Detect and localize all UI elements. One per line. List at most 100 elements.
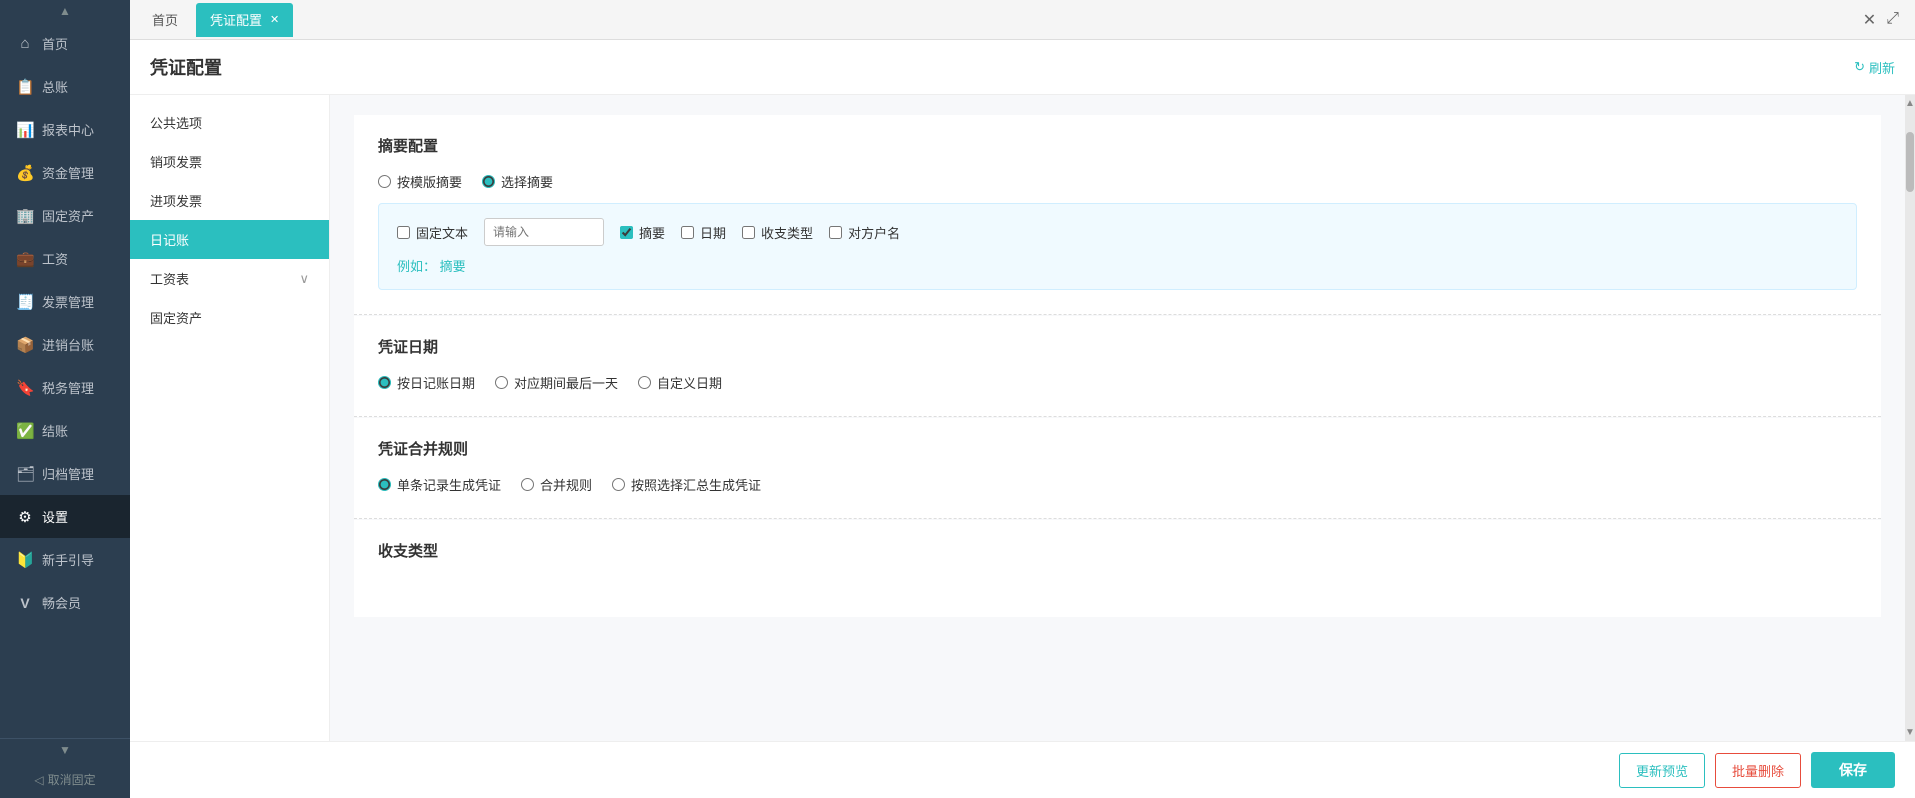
- tax-icon: 🔖: [16, 379, 34, 397]
- fixed-text-checkbox[interactable]: [397, 226, 410, 239]
- merge-option-select-merge[interactable]: 按照选择汇总生成凭证: [612, 475, 761, 494]
- section-payment-type: 收支类型: [354, 520, 1881, 617]
- invoice-mgmt-icon: 🧾: [16, 293, 34, 311]
- summary-mode-select-label: 选择摘要: [501, 172, 553, 191]
- example-label: 例如：: [397, 259, 436, 274]
- save-button[interactable]: 保存: [1811, 752, 1895, 788]
- merge-rule-title: 凭证合并规则: [378, 438, 1857, 459]
- window-controls: ✕ ⤢: [1863, 10, 1907, 30]
- section-merge-rule: 凭证合并规则 单条记录生成凭证 合并规则 按照选择汇总生成凭证: [354, 418, 1881, 519]
- merge-select-merge-label: 按照选择汇总生成凭证: [631, 475, 761, 494]
- merge-select-merge-radio[interactable]: [612, 478, 625, 491]
- checkbox-counterparty[interactable]: 对方户名: [829, 223, 900, 242]
- date-custom-label: 自定义日期: [657, 373, 722, 392]
- left-nav-journal[interactable]: 日记账: [130, 220, 329, 259]
- left-nav-fixed-assets[interactable]: 固定资产: [130, 298, 329, 337]
- refresh-button[interactable]: ↻ 刷新: [1854, 58, 1895, 77]
- date-option-last-day[interactable]: 对应期间最后一天: [495, 373, 618, 392]
- summary-mode-select-radio[interactable]: [482, 175, 495, 188]
- tab-voucher-config-label: 凭证配置: [210, 10, 262, 29]
- refresh-label: 刷新: [1869, 58, 1895, 77]
- sidebar-label-payroll: 工资: [42, 249, 68, 268]
- sidebar-item-settings[interactable]: ⚙ 设置: [0, 495, 130, 538]
- voucher-date-row: 按日记账日期 对应期间最后一天 自定义日期: [378, 373, 1857, 392]
- sidebar-item-vip[interactable]: V 畅会员: [0, 581, 130, 624]
- left-nav-purchase-invoice[interactable]: 进项发票: [130, 181, 329, 220]
- sidebar-scroll-up[interactable]: ▲: [0, 0, 130, 22]
- summary-mode-select[interactable]: 选择摘要: [482, 172, 553, 191]
- date-option-custom[interactable]: 自定义日期: [638, 373, 722, 392]
- date-option-journal[interactable]: 按日记账日期: [378, 373, 475, 392]
- sidebar-label-ledger: 总账: [42, 77, 68, 96]
- fixed-text-input[interactable]: [484, 218, 604, 246]
- sidebar-item-home[interactable]: ⌂ 首页: [0, 22, 130, 65]
- date-journal-radio[interactable]: [378, 376, 391, 389]
- sidebar-item-archive[interactable]: 🗂 归档管理: [0, 452, 130, 495]
- date-checkbox[interactable]: [681, 226, 694, 239]
- checkbox-fixed-text[interactable]: 固定文本: [397, 223, 468, 242]
- sidebar-item-purchase-sales[interactable]: 📦 进销台账: [0, 323, 130, 366]
- sidebar-item-tax[interactable]: 🔖 税务管理: [0, 366, 130, 409]
- sidebar-item-settlement[interactable]: ✅ 结账: [0, 409, 130, 452]
- scroll-up-arrow[interactable]: ▲: [1905, 95, 1915, 112]
- sidebar-label-guide: 新手引导: [42, 550, 94, 569]
- close-window-icon[interactable]: ✕: [1863, 10, 1876, 30]
- date-label: 日期: [700, 223, 726, 242]
- merge-option-single[interactable]: 单条记录生成凭证: [378, 475, 501, 494]
- tab-close-icon[interactable]: ✕: [270, 13, 279, 26]
- sidebar-label-funds: 资金管理: [42, 163, 94, 182]
- sidebar-item-invoice-mgmt[interactable]: 🧾 发票管理: [0, 280, 130, 323]
- summary-mode-template-radio[interactable]: [378, 175, 391, 188]
- left-nav-journal-label: 日记账: [150, 230, 189, 249]
- sidebar-item-ledger[interactable]: 📋 总账: [0, 65, 130, 108]
- counterparty-checkbox[interactable]: [829, 226, 842, 239]
- left-nav-public[interactable]: 公共选项: [130, 103, 329, 142]
- summary-config-box: 固定文本 摘要 日期 收支类型: [378, 203, 1857, 290]
- scroll-down-arrow[interactable]: ▼: [1905, 724, 1915, 741]
- summary-mode-template[interactable]: 按模版摘要: [378, 172, 462, 191]
- scrollbar-thumb[interactable]: [1906, 132, 1914, 192]
- checkbox-payment-type[interactable]: 收支类型: [742, 223, 813, 242]
- left-nav-fixed-assets-label: 固定资产: [150, 308, 202, 327]
- outer-scrollbar: ▲ ▼: [1905, 95, 1915, 741]
- summary-checkbox[interactable]: [620, 226, 633, 239]
- left-nav-public-label: 公共选项: [150, 113, 202, 132]
- sidebar-label-settings: 设置: [42, 507, 68, 526]
- guide-icon: 🔰: [16, 551, 34, 569]
- purchase-sales-icon: 📦: [16, 336, 34, 354]
- cancel-fix-button[interactable]: ◁ 取消固定: [0, 761, 130, 798]
- left-nav-payroll-table-label: 工资表: [150, 269, 189, 288]
- update-preview-button[interactable]: 更新预览: [1619, 753, 1705, 788]
- sidebar-item-guide[interactable]: 🔰 新手引导: [0, 538, 130, 581]
- tab-home[interactable]: 首页: [138, 3, 192, 37]
- merge-single-radio[interactable]: [378, 478, 391, 491]
- payroll-table-arrow-icon: ∨: [299, 271, 309, 287]
- sidebar-item-assets[interactable]: 🏢 固定资产: [0, 194, 130, 237]
- sidebar-label-purchase-sales: 进销台账: [42, 335, 94, 354]
- main-area: 首页 凭证配置 ✕ ✕ ⤢ 凭证配置 ↻ 刷新 公共选项 销项发票 进项: [130, 0, 1915, 798]
- sidebar-item-payroll[interactable]: 💼 工资: [0, 237, 130, 280]
- checkbox-summary[interactable]: 摘要: [620, 223, 665, 242]
- left-nav-payroll-table[interactable]: 工资表 ∨: [130, 259, 329, 298]
- sidebar-item-funds[interactable]: 💰 资金管理: [0, 151, 130, 194]
- payment-type-checkbox[interactable]: [742, 226, 755, 239]
- merge-option-merge[interactable]: 合并规则: [521, 475, 592, 494]
- merge-merge-radio[interactable]: [521, 478, 534, 491]
- left-nav-sales-invoice[interactable]: 销项发票: [130, 142, 329, 181]
- settlement-icon: ✅: [16, 422, 34, 440]
- tab-voucher-config[interactable]: 凭证配置 ✕: [196, 3, 293, 37]
- sidebar-label-assets: 固定资产: [42, 206, 94, 225]
- batch-delete-button[interactable]: 批量删除: [1715, 753, 1801, 788]
- checkbox-date[interactable]: 日期: [681, 223, 726, 242]
- date-last-day-radio[interactable]: [495, 376, 508, 389]
- sidebar-item-reports[interactable]: 📊 报表中心: [0, 108, 130, 151]
- sidebar: ▲ ⌂ 首页 📋 总账 📊 报表中心 💰 资金管理 🏢 固定资产 💼 工资 🧾 …: [0, 0, 130, 798]
- maximize-window-icon[interactable]: ⤢: [1886, 10, 1899, 30]
- sidebar-label-invoice-mgmt: 发票管理: [42, 292, 94, 311]
- counterparty-label: 对方户名: [848, 223, 900, 242]
- date-custom-radio[interactable]: [638, 376, 651, 389]
- bottom-bar: 更新预览 批量删除 保存: [130, 741, 1915, 798]
- merge-merge-label: 合并规则: [540, 475, 592, 494]
- payment-type-section-title: 收支类型: [378, 540, 1857, 561]
- sidebar-scroll-down[interactable]: ▼: [0, 739, 130, 761]
